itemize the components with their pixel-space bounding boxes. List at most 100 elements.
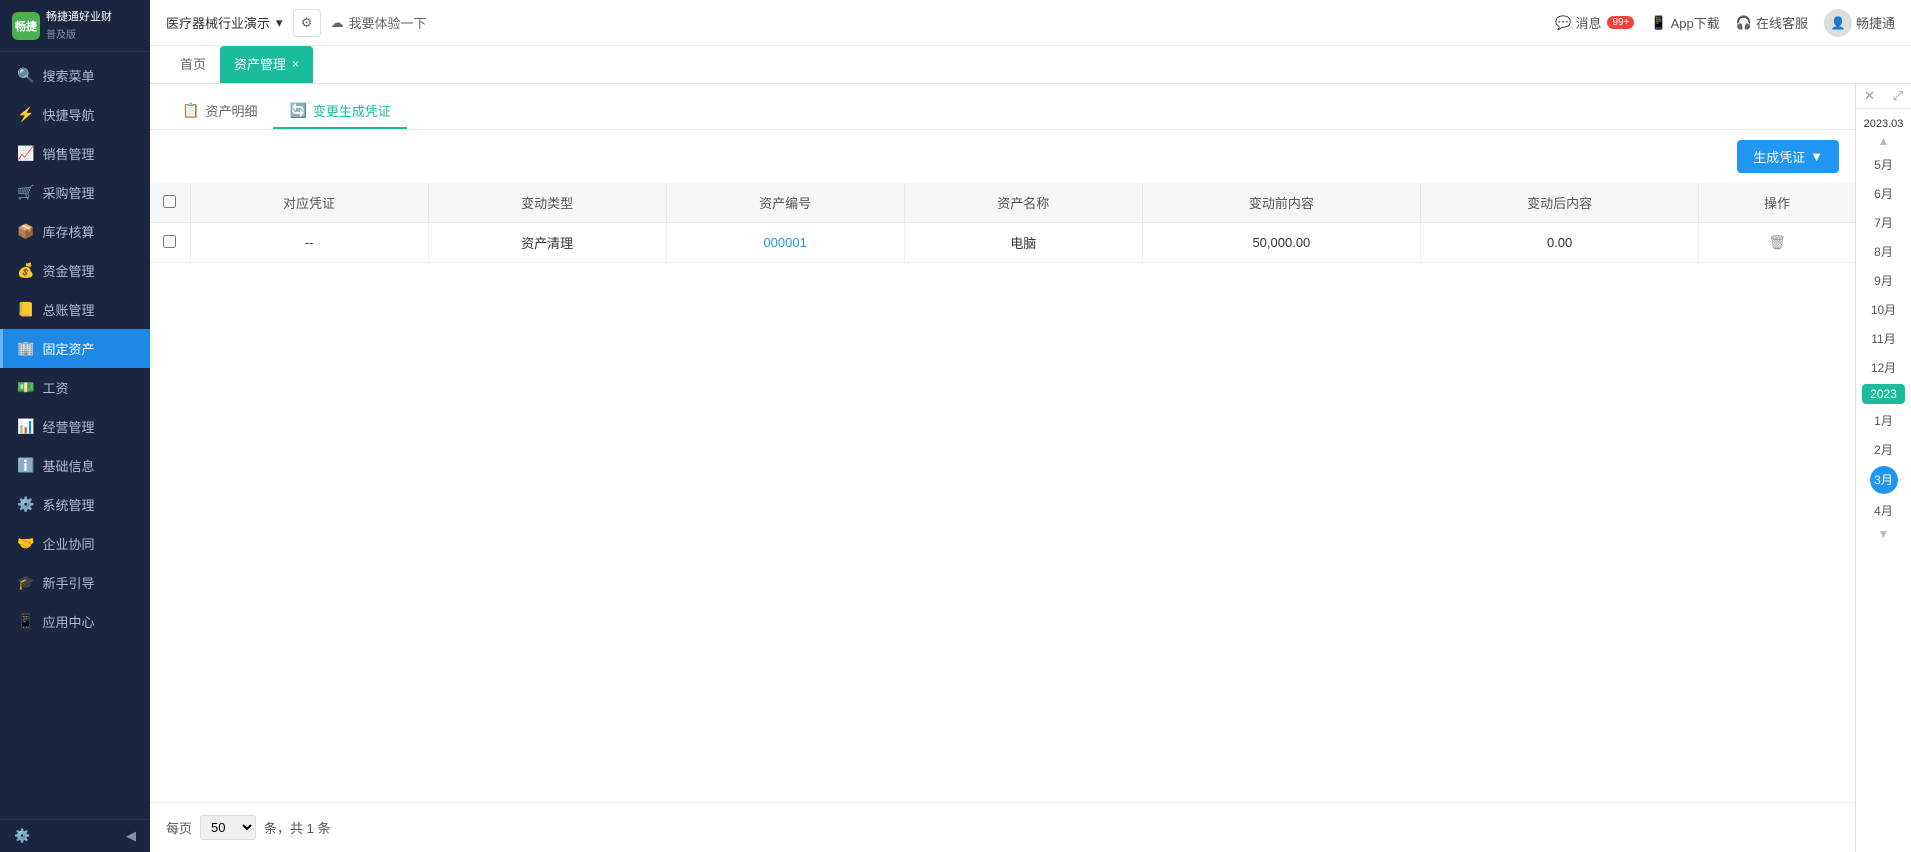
sub-tabs: 📋 资产明细 🔄 变更生成凭证 — [150, 84, 1855, 130]
month-1[interactable]: 1月 — [1856, 406, 1911, 435]
sub-tab-label: 变更生成凭证 — [313, 101, 391, 120]
month-2[interactable]: 2月 — [1856, 435, 1911, 464]
panel-header: ✕ ⤢ — [1856, 84, 1911, 109]
app-label: App下载 — [1671, 13, 1720, 32]
year-2023-item[interactable]: 2023 — [1862, 384, 1905, 404]
col-operation: 操作 — [1699, 183, 1855, 223]
month-6[interactable]: 6月 — [1856, 179, 1911, 208]
table-container: 对应凭证 变动类型 资产编号 资产名称 — [150, 183, 1855, 802]
sidebar-item-label: 新手引导 — [42, 573, 94, 592]
message-icon: 💬 — [1555, 15, 1571, 31]
month-4[interactable]: 4月 — [1856, 496, 1911, 525]
settings-icon[interactable]: ⚙️ — [14, 828, 30, 844]
tab-home[interactable]: 首页 — [166, 46, 220, 83]
experience-label: 我要体验一下 — [349, 13, 427, 32]
table-row: -- 资产清理 000001 电脑 — [150, 223, 1855, 263]
sidebar-item-sales[interactable]: 📈 销售管理 — [0, 134, 150, 173]
sidebar-item-label: 固定资产 — [42, 339, 94, 358]
user-item[interactable]: 👤 畅捷通 — [1824, 9, 1895, 37]
chevron-down-icon: ▾ — [276, 15, 283, 31]
message-badge: 99+ — [1607, 16, 1634, 29]
content-wrapper: 📋 资产明细 🔄 变更生成凭证 生成凭证 ▼ — [150, 84, 1911, 852]
collapse-icon[interactable]: ◀ — [126, 828, 136, 844]
generate-voucher-button[interactable]: 生成凭证 ▼ — [1737, 140, 1839, 173]
sidebar-item-purchase[interactable]: 🛒 采购管理 — [0, 173, 150, 212]
logo-text-group: 畅捷通好业财 普及版 — [46, 10, 112, 41]
month-10[interactable]: 10月 — [1856, 295, 1911, 324]
page-tabs: 首页 资产管理 × — [150, 46, 1911, 84]
month-3-current[interactable]: 3月 — [1870, 466, 1898, 494]
month-7[interactable]: 7月 — [1856, 208, 1911, 237]
sidebar-item-search[interactable]: 🔍 搜索菜单 — [0, 56, 150, 95]
avatar: 👤 — [1824, 9, 1852, 37]
per-page-label: 每页 — [166, 818, 192, 837]
experience-button[interactable]: ☁ 我要体验一下 — [331, 13, 427, 32]
tab-label: 资产管理 — [234, 54, 286, 73]
sidebar-item-fund[interactable]: 💰 资金管理 — [0, 251, 150, 290]
company-selector[interactable]: 医疗器械行业演示 ▾ — [166, 13, 283, 32]
gear-button[interactable]: ⚙ — [293, 9, 321, 37]
sidebar-item-label: 销售管理 — [42, 144, 94, 163]
sidebar-nav: 🔍 搜索菜单 ⚡ 快捷导航 📈 销售管理 🛒 采购管理 📦 库存核算 💰 资金管… — [0, 52, 150, 819]
row-asset-name: 电脑 — [904, 223, 1142, 263]
panel-expand-button[interactable]: ⤢ — [1893, 88, 1903, 104]
sidebar-item-system[interactable]: ⚙️ 系统管理 — [0, 485, 150, 524]
sidebar-item-label: 搜索菜单 — [42, 66, 94, 85]
cloud-icon: ☁ — [331, 15, 344, 31]
app-download-item[interactable]: 📱 App下载 — [1650, 13, 1719, 32]
row-asset-code: 000001 — [666, 223, 904, 263]
col-before-change: 变动前内容 — [1142, 183, 1420, 223]
select-all-checkbox[interactable] — [163, 195, 176, 208]
month-12[interactable]: 12月 — [1856, 353, 1911, 382]
month-9[interactable]: 9月 — [1856, 266, 1911, 295]
month-8[interactable]: 8月 — [1856, 237, 1911, 266]
logo-title: 畅捷通好业财 — [46, 10, 112, 24]
ledger-icon: 📒 — [17, 301, 34, 318]
service-icon: 🎧 — [1736, 15, 1752, 31]
sidebar-item-label: 库存核算 — [42, 222, 94, 241]
sidebar-item-ops[interactable]: 📊 经营管理 — [0, 407, 150, 446]
scroll-down-arrow[interactable]: ▼ — [1876, 525, 1892, 543]
row-checkbox[interactable] — [163, 235, 176, 248]
sidebar-item-collab[interactable]: 🤝 企业协同 — [0, 524, 150, 563]
sidebar-item-fixed-assets[interactable]: 🏢 固定资产 — [0, 329, 150, 368]
main-content: 📋 资产明细 🔄 变更生成凭证 生成凭证 ▼ — [150, 84, 1855, 852]
sidebar-item-payroll[interactable]: 💵 工资 — [0, 368, 150, 407]
month-11[interactable]: 11月 — [1856, 324, 1911, 353]
sidebar-item-basic-info[interactable]: ℹ️ 基础信息 — [0, 446, 150, 485]
sub-tab-change-voucher[interactable]: 🔄 变更生成凭证 — [273, 94, 406, 129]
month-5[interactable]: 5月 — [1856, 150, 1911, 179]
quick-nav-icon: ⚡ — [17, 106, 34, 123]
col-change-type: 变动类型 — [428, 183, 666, 223]
main-area: 医疗器械行业演示 ▾ ⚙ ☁ 我要体验一下 💬 消息 99+ 📱 App下载 — [150, 0, 1911, 852]
sidebar-item-quick-nav[interactable]: ⚡ 快捷导航 — [0, 95, 150, 134]
sidebar-item-label: 基础信息 — [42, 456, 94, 475]
inventory-icon: 📦 — [17, 223, 34, 240]
data-table: 对应凭证 变动类型 资产编号 资产名称 — [150, 183, 1855, 263]
service-item[interactable]: 🎧 在线客服 — [1736, 13, 1808, 32]
sidebar-item-guide[interactable]: 🎓 新手引导 — [0, 563, 150, 602]
row-voucher: -- — [190, 223, 428, 263]
dropdown-icon: ▼ — [1810, 149, 1823, 164]
tab-asset-management[interactable]: 资产管理 × — [220, 46, 313, 83]
sidebar-item-ledger[interactable]: 📒 总账管理 — [0, 290, 150, 329]
page-size-select[interactable]: 50 10 20 100 — [200, 815, 256, 840]
row-before-change: 50,000.00 — [1142, 223, 1420, 263]
scroll-up-arrow[interactable]: ▲ — [1876, 132, 1892, 150]
sidebar-item-inventory[interactable]: 📦 库存核算 — [0, 212, 150, 251]
tab-close-icon[interactable]: × — [292, 57, 299, 71]
sub-tab-asset-detail[interactable]: 📋 资产明细 — [166, 94, 273, 129]
content-area: 📋 资产明细 🔄 变更生成凭证 生成凭证 ▼ — [150, 84, 1855, 852]
logo-edition: 普及版 — [46, 26, 112, 41]
delete-icon[interactable]: 🗑 — [1768, 234, 1786, 250]
basic-info-icon: ℹ️ — [17, 457, 34, 474]
ops-icon: 📊 — [17, 418, 34, 435]
app-center-icon: 📱 — [17, 613, 34, 630]
sidebar-item-app-center[interactable]: 📱 应用中心 — [0, 602, 150, 641]
right-panel: ✕ ⤢ 2023.03 ▲ 5月 6月 7月 8月 9月 10月 11月 12月… — [1855, 84, 1911, 852]
year-header: 2023.03 — [1856, 113, 1911, 132]
panel-close-button[interactable]: ✕ — [1864, 88, 1875, 104]
message-item[interactable]: 💬 消息 99+ — [1555, 13, 1634, 32]
fixed-assets-icon: 🏢 — [17, 340, 34, 357]
sales-icon: 📈 — [17, 145, 34, 162]
